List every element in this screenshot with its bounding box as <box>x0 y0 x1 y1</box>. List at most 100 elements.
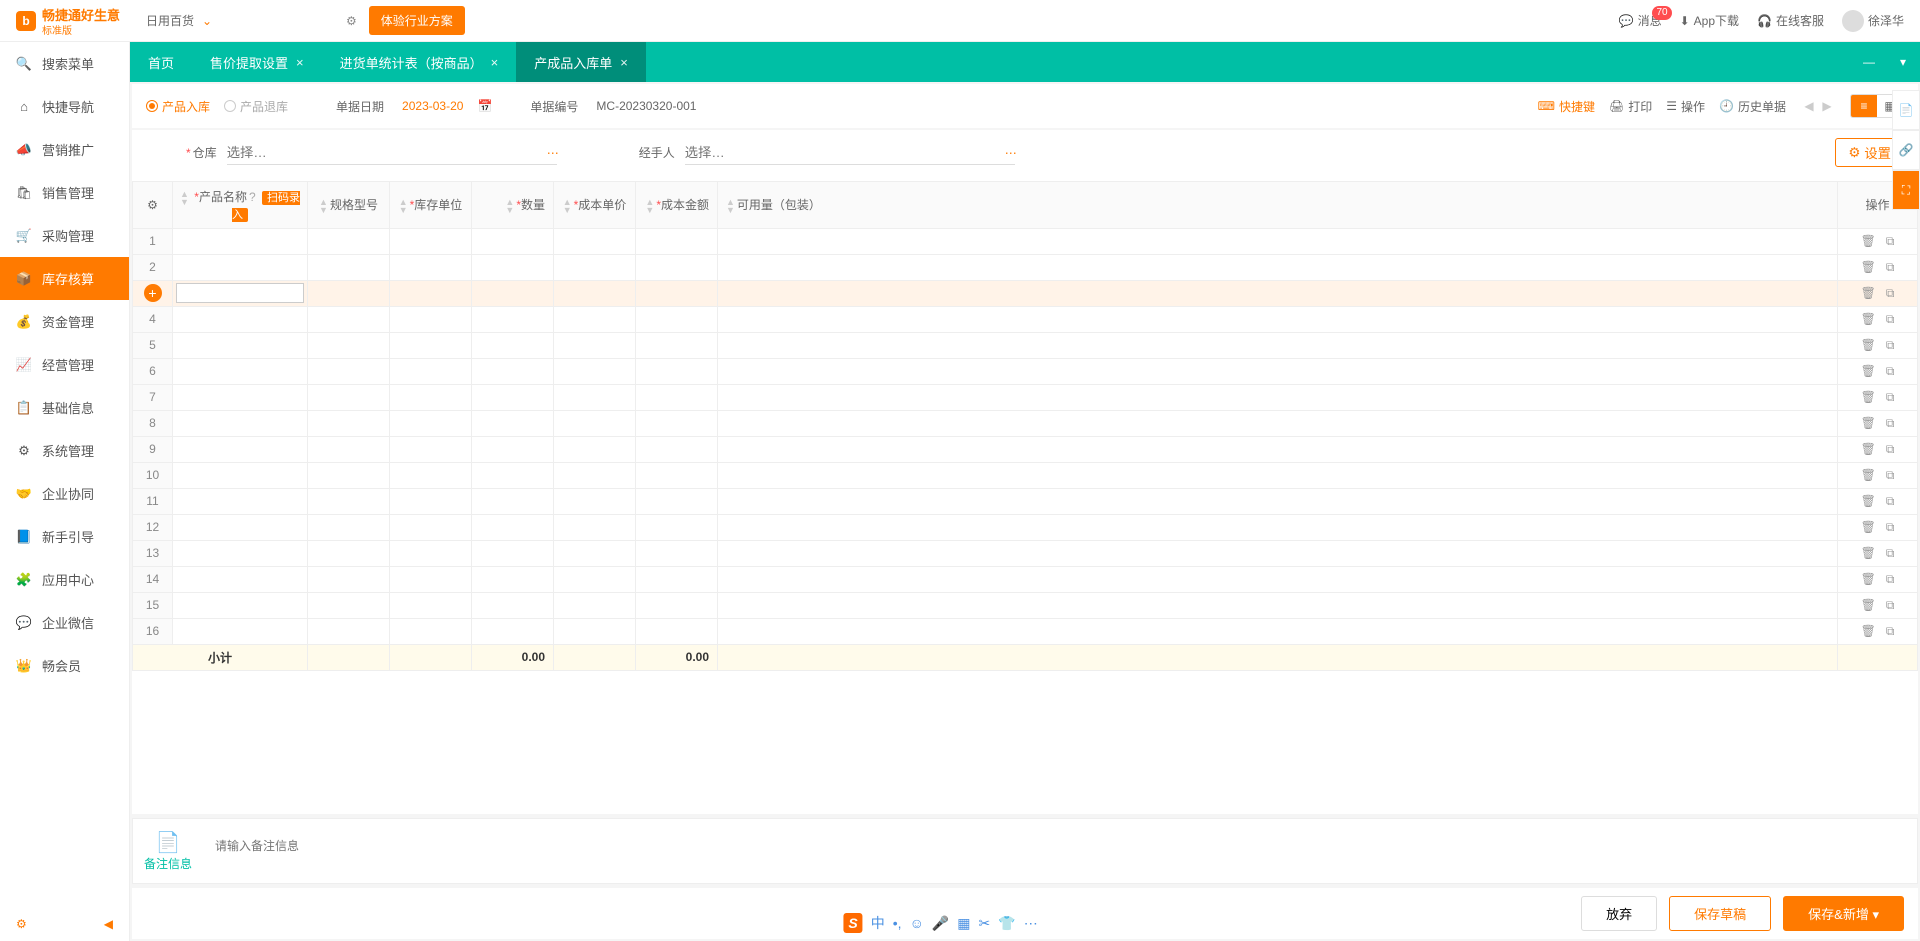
copy-icon[interactable]: ⧉ <box>1886 390 1895 405</box>
copy-icon[interactable]: ⧉ <box>1886 260 1895 275</box>
close-icon[interactable]: × <box>296 55 304 70</box>
sidebar-item[interactable]: ⌂快捷导航 <box>0 85 129 128</box>
table-row[interactable]: 10🗑⧉ <box>133 462 1918 488</box>
delete-icon[interactable]: 🗑 <box>1861 494 1876 509</box>
warehouse-input[interactable] <box>227 141 557 165</box>
sidebar-item[interactable]: 🤝企业协同 <box>0 472 129 515</box>
category-dropdown[interactable]: 日用百货 ⌄ <box>146 12 346 29</box>
sidebar-item[interactable]: 📣营销推广 <box>0 128 129 171</box>
remarks-input[interactable] <box>203 819 1917 883</box>
delete-icon[interactable]: 🗑 <box>1861 546 1876 561</box>
delete-icon[interactable]: 🗑 <box>1861 338 1876 353</box>
table-row[interactable]: 11🗑⧉ <box>133 488 1918 514</box>
copy-icon[interactable]: ⧉ <box>1886 312 1895 327</box>
table-row[interactable]: 16🗑⧉ <box>133 618 1918 644</box>
operate-button[interactable]: ☰ 操作 <box>1666 98 1705 115</box>
sidebar-item[interactable]: 📘新手引导 <box>0 515 129 558</box>
rail-button-1[interactable]: 📄 <box>1892 90 1920 130</box>
delete-icon[interactable]: 🗑 <box>1861 286 1876 301</box>
delete-icon[interactable]: 🗑 <box>1861 260 1876 275</box>
sidebar-item[interactable]: 🛍销售管理 <box>0 171 129 214</box>
delete-icon[interactable]: 🗑 <box>1861 312 1876 327</box>
handler-more-icon[interactable]: ⋯ <box>1005 146 1017 160</box>
tab-menu-button[interactable]: ▾ <box>1886 42 1920 82</box>
delete-icon[interactable]: 🗑 <box>1861 364 1876 379</box>
warehouse-more-icon[interactable]: ⋯ <box>547 146 559 160</box>
delete-icon[interactable]: 🗑 <box>1861 624 1876 639</box>
copy-icon[interactable]: ⧉ <box>1886 546 1895 561</box>
sidebar-item[interactable]: 📦库存核算 <box>0 257 129 300</box>
prev-page-button[interactable]: ◀ <box>1800 99 1818 113</box>
sidebar-item[interactable]: 💬企业微信 <box>0 601 129 644</box>
sidebar-item[interactable]: 💰资金管理 <box>0 300 129 343</box>
table-row[interactable]: 8🗑⧉ <box>133 410 1918 436</box>
table-row[interactable]: 5🗑⧉ <box>133 332 1918 358</box>
copy-icon[interactable]: ⧉ <box>1886 442 1895 457</box>
col-name[interactable]: ▲▼ *产品名称? 扫码录入 <box>173 182 308 229</box>
handler-input[interactable] <box>685 141 1015 165</box>
view-list-button[interactable]: ≡ <box>1851 95 1877 117</box>
sidebar-item[interactable]: 📈经营管理 <box>0 343 129 386</box>
tab[interactable]: 首页 <box>130 42 192 82</box>
product-name-input[interactable] <box>176 283 305 303</box>
discard-button[interactable]: 放弃 <box>1581 896 1657 931</box>
copy-icon[interactable]: ⧉ <box>1886 338 1895 353</box>
delete-icon[interactable]: 🗑 <box>1861 442 1876 457</box>
help-icon[interactable]: ? <box>249 190 256 204</box>
sidebar-item[interactable]: 🔍搜索菜单 <box>0 42 129 85</box>
col-gear[interactable]: ⚙ <box>133 182 173 229</box>
radio-product-out[interactable]: 产品退库 <box>224 98 288 115</box>
calendar-icon[interactable]: 📅 <box>477 99 492 113</box>
col-unit[interactable]: ▲▼*库存单位 <box>390 182 472 229</box>
delete-icon[interactable]: 🗑 <box>1861 416 1876 431</box>
date-value[interactable]: 2023-03-20 <box>402 99 463 113</box>
table-row[interactable]: 14🗑⧉ <box>133 566 1918 592</box>
copy-icon[interactable]: ⧉ <box>1886 624 1895 639</box>
delete-icon[interactable]: 🗑 <box>1861 572 1876 587</box>
delete-icon[interactable]: 🗑 <box>1861 234 1876 249</box>
table-row[interactable]: 9🗑⧉ <box>133 436 1918 462</box>
delete-icon[interactable]: 🗑 <box>1861 598 1876 613</box>
radio-product-in[interactable]: 产品入库 <box>146 98 210 115</box>
col-qty[interactable]: ▲▼*数量 <box>472 182 554 229</box>
online-service-button[interactable]: 🎧 在线客服 <box>1757 12 1824 29</box>
tab[interactable]: 进货单统计表（按商品）× <box>322 42 517 82</box>
table-row[interactable]: 2🗑⧉ <box>133 254 1918 280</box>
shortcut-button[interactable]: ⌨ 快捷键 <box>1538 98 1595 115</box>
table-row[interactable]: 6🗑⧉ <box>133 358 1918 384</box>
sidebar-item[interactable]: 📋基础信息 <box>0 386 129 429</box>
table-row[interactable]: 13🗑⧉ <box>133 540 1918 566</box>
delete-icon[interactable]: 🗑 <box>1861 468 1876 483</box>
print-button[interactable]: 🖨 打印 <box>1609 98 1652 115</box>
sidebar-item[interactable]: 🧩应用中心 <box>0 558 129 601</box>
table-row[interactable]: 1🗑⧉ <box>133 228 1918 254</box>
gear-icon[interactable]: ⚙ <box>346 14 357 28</box>
save-new-button[interactable]: 保存&新增 ▾ <box>1783 896 1904 931</box>
col-spec[interactable]: ▲▼规格型号 <box>308 182 390 229</box>
settings-icon[interactable]: ⚙ <box>16 917 27 931</box>
add-row-button[interactable]: + <box>144 284 162 302</box>
sidebar-item[interactable]: ⚙系统管理 <box>0 429 129 472</box>
table-row[interactable]: 7🗑⧉ <box>133 384 1918 410</box>
table-row[interactable]: 12🗑⧉ <box>133 514 1918 540</box>
col-amt[interactable]: ▲▼*成本金额 <box>636 182 718 229</box>
col-avail[interactable]: ▲▼可用量（包装） <box>718 182 1838 229</box>
tab-minimize-button[interactable]: — <box>1852 42 1886 82</box>
copy-icon[interactable]: ⧉ <box>1886 598 1895 613</box>
user-menu[interactable]: 徐泽华 <box>1842 10 1904 32</box>
delete-icon[interactable]: 🗑 <box>1861 390 1876 405</box>
copy-icon[interactable]: ⧉ <box>1886 494 1895 509</box>
copy-icon[interactable]: ⧉ <box>1886 286 1895 301</box>
rail-button-3[interactable]: ⛶ <box>1892 170 1920 210</box>
close-icon[interactable]: × <box>491 55 499 70</box>
col-price[interactable]: ▲▼*成本单价 <box>554 182 636 229</box>
close-icon[interactable]: × <box>620 55 628 70</box>
table-row[interactable]: + 🗑 ⧉ <box>133 280 1918 306</box>
tab[interactable]: 售价提取设置× <box>192 42 322 82</box>
next-page-button[interactable]: ▶ <box>1818 99 1836 113</box>
copy-icon[interactable]: ⧉ <box>1886 520 1895 535</box>
delete-icon[interactable]: 🗑 <box>1861 520 1876 535</box>
save-draft-button[interactable]: 保存草稿 <box>1669 896 1771 931</box>
table-row[interactable]: 15🗑⧉ <box>133 592 1918 618</box>
sidebar-item[interactable]: 🛒采购管理 <box>0 214 129 257</box>
